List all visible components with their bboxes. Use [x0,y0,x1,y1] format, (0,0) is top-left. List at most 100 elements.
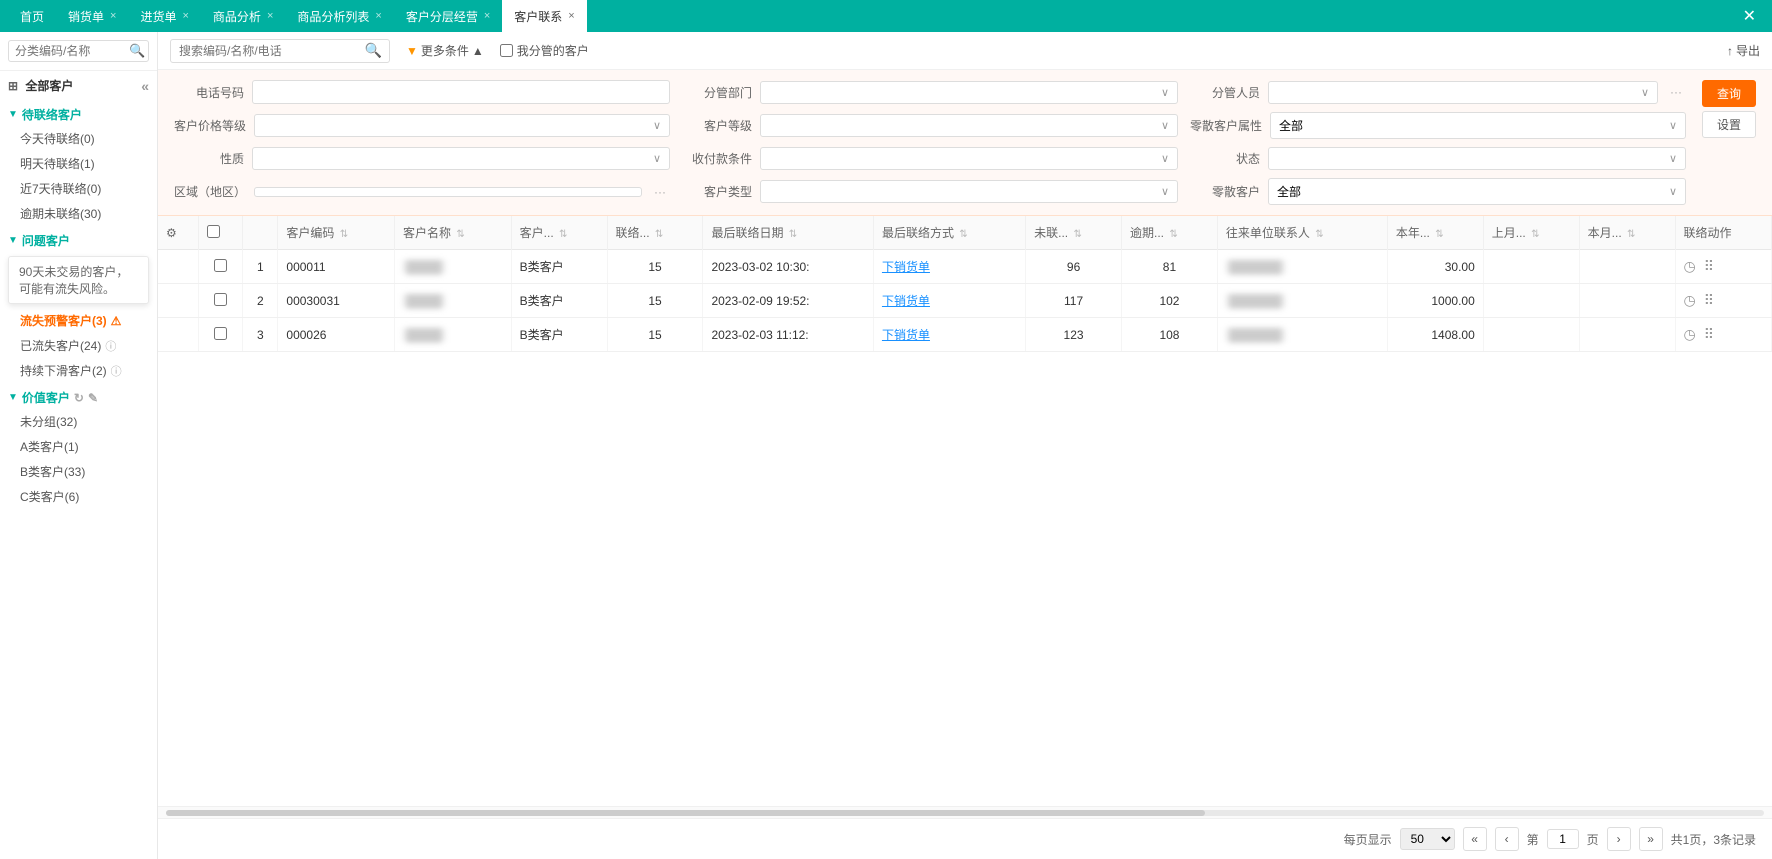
refresh-icon[interactable]: ↻ [74,391,84,405]
nature-select[interactable]: ∨ [252,147,670,170]
payment-select[interactable]: ∨ [760,147,1178,170]
close-all-button[interactable]: ✕ [1735,6,1764,26]
price-level-select[interactable]: ∨ [254,114,670,137]
prev-page-button[interactable]: ‹ [1495,827,1519,851]
query-button[interactable]: 查询 [1702,80,1756,107]
col-this-year-header[interactable]: 本年... ⇅ [1387,216,1483,250]
all-customers-item[interactable]: ⊞ 全部客户 « [0,71,157,100]
sidebar-item-ungroups[interactable]: 未分组(32) [0,409,157,434]
more-action-icon-2[interactable]: ⠿ [1704,326,1714,343]
manager-select[interactable]: ∨ [1268,81,1658,104]
sidebar-item-churned[interactable]: 已流失客户(24) ⓘ [0,333,157,358]
field-nature: 性质 ∨ [174,147,670,170]
col-type-header[interactable]: 客户... ⇅ [511,216,607,250]
casual-attr-select[interactable]: 全部 ∨ [1270,112,1686,139]
more-conditions-button[interactable]: ▼ 更多条件 ▲ [398,38,492,63]
col-settings[interactable]: ⚙ [158,216,198,250]
sidebar-item-declining[interactable]: 持续下滑客户(2) ⓘ [0,358,157,383]
more-dots-icon[interactable]: ··· [1670,85,1682,99]
contact-method-link-0[interactable]: 下销货单 [882,260,930,274]
contact-method-link-2[interactable]: 下销货单 [882,328,930,342]
export-button[interactable]: ↑ 导出 [1727,42,1760,59]
more-action-icon-0[interactable]: ⠿ [1704,258,1714,275]
section-problem-customers[interactable]: ▼ 问题客户 [0,226,157,252]
col-name-header[interactable]: 客户名称 ⇅ [395,216,512,250]
nav-customer-tier[interactable]: 客户分层经营 × [394,0,502,32]
customer-level-select[interactable]: ∨ [760,114,1178,137]
select-all-checkbox[interactable] [207,225,220,238]
cell-checkbox-2[interactable] [198,318,242,352]
close-goods-analysis-icon[interactable]: × [267,10,273,22]
close-customer-contact-icon[interactable]: × [568,10,574,22]
col-this-month-header[interactable]: 本月... ⇅ [1579,216,1675,250]
contact-icon-0[interactable]: ◷ [1684,258,1696,275]
filter-search-input[interactable] [170,39,390,63]
section-value-customers[interactable]: ▼ 价值客户 ↻ ✎ [0,383,157,409]
per-page-select[interactable]: 50 100 200 [1400,828,1455,850]
phone-input[interactable] [252,80,670,104]
nav-goods-list[interactable]: 商品分析列表 × [285,0,393,32]
page-input[interactable] [1547,829,1579,849]
col-code-header[interactable]: 客户编码 ⇅ [278,216,395,250]
last-page-button[interactable]: » [1639,827,1663,851]
col-unlinked-header[interactable]: 未联... ⇅ [1026,216,1122,250]
horizontal-scrollbar[interactable] [158,806,1772,818]
cell-checkbox-0[interactable] [198,250,242,284]
row-checkbox-0[interactable] [214,259,227,272]
more-action-icon-1[interactable]: ⠿ [1704,292,1714,309]
nav-sales[interactable]: 销货单 × [56,0,128,32]
close-customer-tier-icon[interactable]: × [484,10,490,22]
col-checkbox-header[interactable] [198,216,242,250]
sidebar-item-tomorrow[interactable]: 明天待联络(1) [0,151,157,176]
total-info: 共1页，3条记录 [1671,831,1756,848]
nav-home[interactable]: 首页 [8,0,56,32]
nav-goods-analysis[interactable]: 商品分析 × [201,0,285,32]
cell-last-contact-method-0[interactable]: 下销货单 [873,250,1025,284]
section-pending-contact[interactable]: ▼ 待联络客户 [0,100,157,126]
scrollbar-track[interactable] [166,810,1764,816]
col-last-month-header[interactable]: 上月... ⇅ [1483,216,1579,250]
my-customers-check-input[interactable] [500,44,513,57]
cell-checkbox-1[interactable] [198,284,242,318]
row-checkbox-2[interactable] [214,327,227,340]
contact-icon-1[interactable]: ◷ [1684,292,1696,309]
contact-icon-2[interactable]: ◷ [1684,326,1696,343]
scrollbar-thumb[interactable] [166,810,1205,816]
edit-icon[interactable]: ✎ [88,391,98,405]
first-page-button[interactable]: « [1463,827,1487,851]
sidebar-item-class-a[interactable]: A类客户(1) [0,434,157,459]
my-customers-checkbox[interactable]: 我分管的客户 [500,42,589,59]
sidebar-item-class-b[interactable]: B类客户(33) [0,459,157,484]
nav-purchase[interactable]: 进货单 × [128,0,200,32]
col-last-contact-method-header[interactable]: 最后联络方式 ⇅ [873,216,1025,250]
dept-select[interactable]: ∨ [760,81,1178,104]
close-purchase-icon[interactable]: × [182,10,188,22]
close-sales-icon[interactable]: × [110,10,116,22]
close-goods-list-icon[interactable]: × [375,10,381,22]
settings-button[interactable]: 设置 [1702,111,1756,138]
col-contact-header[interactable]: 联络... ⇅ [607,216,703,250]
region-more-dots[interactable]: ··· [654,185,666,199]
status-select[interactable]: ∨ [1268,147,1686,170]
row-checkbox-1[interactable] [214,293,227,306]
sidebar-item-7days[interactable]: 近7天待联络(0) [0,176,157,201]
col-unit-contact-header[interactable]: 往来单位联系人 ⇅ [1217,216,1387,250]
region-select[interactable] [254,187,642,197]
next-page-button[interactable]: › [1607,827,1631,851]
sidebar-item-churn-warning[interactable]: 流失预警客户(3) ⚠ [0,308,157,333]
sidebar-search-icon: 🔍 [129,43,145,59]
casual-select[interactable]: 全部 ∨ [1268,178,1686,205]
col-overdue-header[interactable]: 逾期... ⇅ [1122,216,1218,250]
payment-label: 收付款条件 [682,150,752,167]
customer-type-select[interactable]: ∨ [760,180,1178,203]
sidebar-item-class-c[interactable]: C类客户(6) [0,484,157,509]
contact-method-link-1[interactable]: 下销货单 [882,294,930,308]
nav-customer-contact[interactable]: 客户联系 × [502,0,586,32]
sidebar-item-today[interactable]: 今天待联络(0) [0,126,157,151]
sidebar-item-overdue[interactable]: 逾期未联络(30) [0,201,157,226]
sidebar-collapse-icon[interactable]: « [141,78,149,94]
sidebar-search-input[interactable] [8,40,149,62]
col-last-contact-date-header[interactable]: 最后联络日期 ⇅ [703,216,874,250]
cell-last-contact-method-2[interactable]: 下销货单 [873,318,1025,352]
cell-last-contact-method-1[interactable]: 下销货单 [873,284,1025,318]
